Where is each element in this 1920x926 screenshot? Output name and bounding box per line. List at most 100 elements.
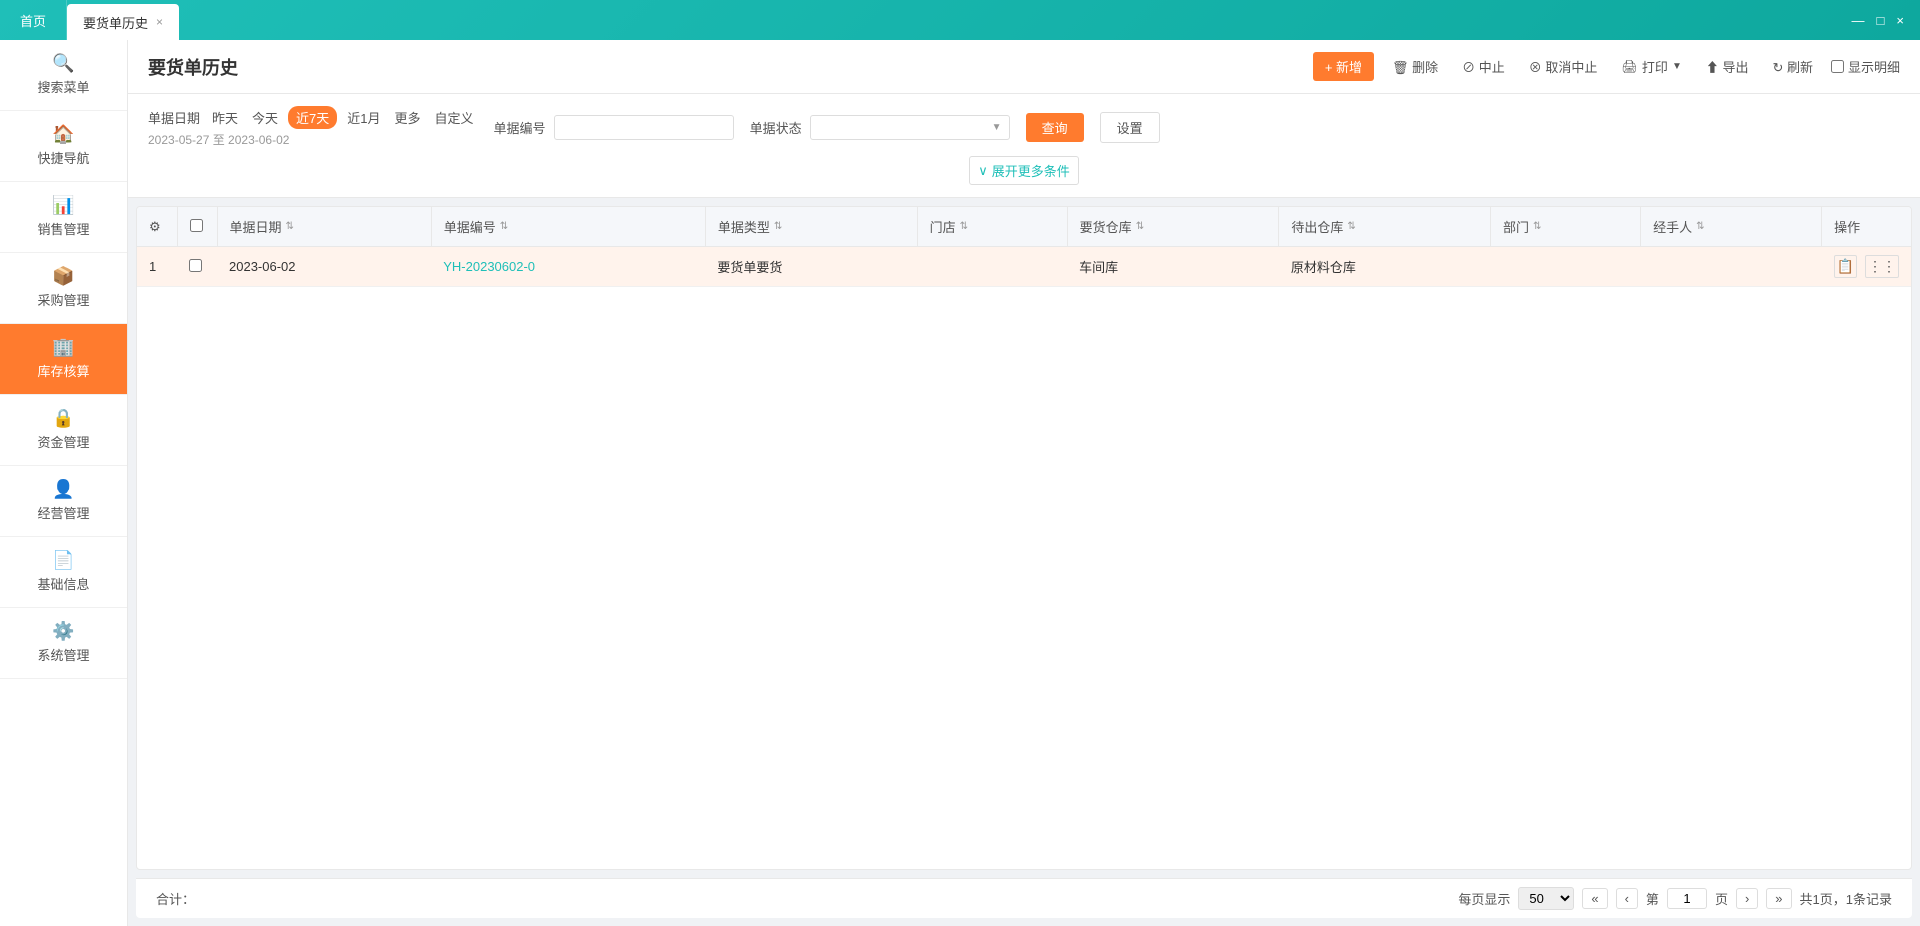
- th-pending-warehouse-label: 待出仓库: [1291, 217, 1343, 236]
- doc-number-label: 单据编号: [494, 118, 546, 137]
- th-pending-warehouse[interactable]: 待出仓库 ⇅: [1279, 207, 1491, 247]
- page-number-input[interactable]: [1667, 888, 1707, 909]
- cell-handler: [1641, 247, 1822, 287]
- more-btn[interactable]: 更多: [391, 106, 425, 129]
- th-doc-date[interactable]: 单据日期 ⇅: [217, 207, 431, 247]
- cell-checkbox: [177, 247, 217, 287]
- date-filter-group: 单据日期 昨天 今天 近7天 近1月 更多 自定义 2023-05-27 至 2…: [148, 106, 478, 148]
- sidebar-item-quick-nav[interactable]: 🏠 快捷导航: [0, 111, 127, 182]
- expand-label: 展开更多条件: [992, 161, 1070, 180]
- th-doc-type[interactable]: 单据类型 ⇅: [705, 207, 917, 247]
- more-action-icon[interactable]: ⋮⋮: [1865, 255, 1899, 278]
- yesterday-btn[interactable]: 昨天: [208, 106, 242, 129]
- query-button[interactable]: 查询: [1026, 113, 1084, 142]
- minimize-btn[interactable]: —: [1852, 13, 1865, 28]
- total-info: 共1页，1条记录: [1800, 889, 1892, 908]
- th-department[interactable]: 部门 ⇅: [1491, 207, 1641, 247]
- tab-home[interactable]: 首页: [0, 0, 67, 40]
- doc-status-label: 单据状态: [750, 118, 802, 137]
- inventory-icon: 🏢: [52, 338, 74, 356]
- doc-number-link[interactable]: YH-20230602-0: [443, 259, 535, 274]
- sidebar-item-inventory[interactable]: 🏢 库存核算: [0, 324, 127, 395]
- custom-btn[interactable]: 自定义: [431, 106, 478, 129]
- th-operation-label: 操作: [1834, 220, 1860, 235]
- sort-icon: ⇅: [1533, 221, 1541, 232]
- th-doc-number[interactable]: 单据编号 ⇅: [431, 207, 705, 247]
- quick-nav-icon: 🏠: [52, 125, 74, 143]
- sidebar-item-label: 经营管理: [37, 503, 89, 522]
- tab-close-icon[interactable]: ×: [156, 15, 163, 29]
- edit-icon[interactable]: 📋: [1834, 255, 1857, 278]
- export-button[interactable]: ⬆ 导出: [1700, 53, 1755, 80]
- date-range-display: 2023-05-27 至 2023-06-02: [148, 131, 478, 148]
- maximize-btn[interactable]: □: [1877, 13, 1885, 28]
- th-department-label: 部门: [1503, 217, 1529, 236]
- print-icon: 🖨: [1621, 59, 1638, 75]
- th-req-warehouse[interactable]: 要货仓库 ⇅: [1067, 207, 1279, 247]
- date-filter-label: 单据日期: [148, 108, 200, 127]
- th-handler-label: 经手人: [1653, 217, 1692, 236]
- filter-area: 单据日期 昨天 今天 近7天 近1月 更多 自定义 2023-05-27 至 2…: [128, 94, 1920, 198]
- sidebar-item-search-menu[interactable]: 🔍 搜索菜单: [0, 40, 127, 111]
- th-store[interactable]: 门店 ⇅: [917, 207, 1067, 247]
- sidebar-item-finance[interactable]: 🔒 资金管理: [0, 395, 127, 466]
- cancel-stop-button[interactable]: ⊗ 取消中止: [1523, 53, 1604, 80]
- next-page-btn[interactable]: ›: [1736, 888, 1758, 909]
- toolbar: + 新增 🗑 删除 ⊘ 中止 ⊗ 取消中止 🖨 打印 ▼ ⬆ 导出 ↻ 刷新 显…: [1313, 52, 1900, 81]
- tab-requisition-history[interactable]: 要货单历史 ×: [67, 4, 179, 40]
- sidebar-item-sales-mgmt[interactable]: 📊 销售管理: [0, 182, 127, 253]
- new-button[interactable]: + 新增: [1313, 52, 1374, 81]
- today-btn[interactable]: 今天: [248, 106, 282, 129]
- last-page-btn[interactable]: »: [1766, 888, 1791, 909]
- cell-row-num: 1: [137, 247, 177, 287]
- sidebar-item-label: 销售管理: [37, 219, 89, 238]
- show-detail-checkbox[interactable]: [1831, 60, 1844, 73]
- cell-department: [1491, 247, 1641, 287]
- page-header: 要货单历史 + 新增 🗑 删除 ⊘ 中止 ⊗ 取消中止 🖨 打印 ▼ ⬆ 导出 …: [128, 40, 1920, 94]
- th-handler[interactable]: 经手人 ⇅: [1641, 207, 1822, 247]
- expand-icon: ∨: [978, 163, 988, 179]
- cell-pending-warehouse: 原材料仓库: [1279, 247, 1491, 287]
- doc-status-filter: 单据状态: [750, 115, 1010, 140]
- sidebar-item-basic-info[interactable]: 📄 基础信息: [0, 537, 127, 608]
- page-size-select[interactable]: 50 20 100: [1518, 887, 1574, 910]
- select-all-checkbox[interactable]: [190, 219, 203, 232]
- th-checkbox: [177, 207, 217, 247]
- th-settings[interactable]: ⚙: [137, 207, 177, 247]
- main-layout: 🔍 搜索菜单 🏠 快捷导航 📊 销售管理 📦 采购管理 🏢 库存核算 🔒 资金管…: [0, 40, 1920, 926]
- sort-icon: ⇅: [286, 221, 294, 232]
- cell-doc-type: 要货单要货: [705, 247, 917, 287]
- refresh-button[interactable]: ↻ 刷新: [1766, 53, 1819, 80]
- doc-number-input[interactable]: [554, 115, 734, 140]
- sidebar-item-system-mgmt[interactable]: ⚙️ 系统管理: [0, 608, 127, 679]
- doc-number-filter: 单据编号: [494, 115, 734, 140]
- cell-doc-number: YH-20230602-0: [431, 247, 705, 287]
- show-detail-toggle[interactable]: 显示明细: [1831, 57, 1900, 76]
- stop-button[interactable]: ⊘ 中止: [1456, 53, 1511, 80]
- expand-more-button[interactable]: ∨ 展开更多条件: [969, 156, 1079, 185]
- doc-status-select[interactable]: [810, 115, 1010, 140]
- sidebar-item-operations[interactable]: 👤 经营管理: [0, 466, 127, 537]
- th-store-label: 门店: [930, 217, 956, 236]
- cell-store: [917, 247, 1067, 287]
- sidebar-item-label: 系统管理: [37, 645, 89, 664]
- tab-container: 首页 要货单历史 ×: [0, 0, 1836, 40]
- doc-status-select-wrapper: [810, 115, 1010, 140]
- settings-filter-button[interactable]: 设置: [1100, 112, 1160, 143]
- row-checkbox[interactable]: [189, 259, 202, 272]
- tab-label: 要货单历史: [83, 13, 148, 32]
- settings-icon[interactable]: ⚙: [149, 219, 161, 234]
- close-btn[interactable]: ×: [1896, 13, 1904, 28]
- sidebar-item-purchase-mgmt[interactable]: 📦 采购管理: [0, 253, 127, 324]
- print-button[interactable]: 🖨 打印 ▼: [1615, 53, 1687, 80]
- th-req-warehouse-label: 要货仓库: [1080, 217, 1132, 236]
- header-row: ⚙ 单据日期 ⇅ 单据编号: [137, 207, 1911, 247]
- window-controls: — □ ×: [1836, 13, 1920, 28]
- last7days-btn[interactable]: 近7天: [288, 106, 337, 129]
- th-doc-date-label: 单据日期: [230, 217, 282, 236]
- delete-button[interactable]: 🗑 删除: [1386, 53, 1444, 80]
- last1month-btn[interactable]: 近1月: [343, 106, 384, 129]
- sidebar-item-label: 基础信息: [37, 574, 89, 593]
- first-page-btn[interactable]: «: [1582, 888, 1607, 909]
- prev-page-btn[interactable]: ‹: [1616, 888, 1638, 909]
